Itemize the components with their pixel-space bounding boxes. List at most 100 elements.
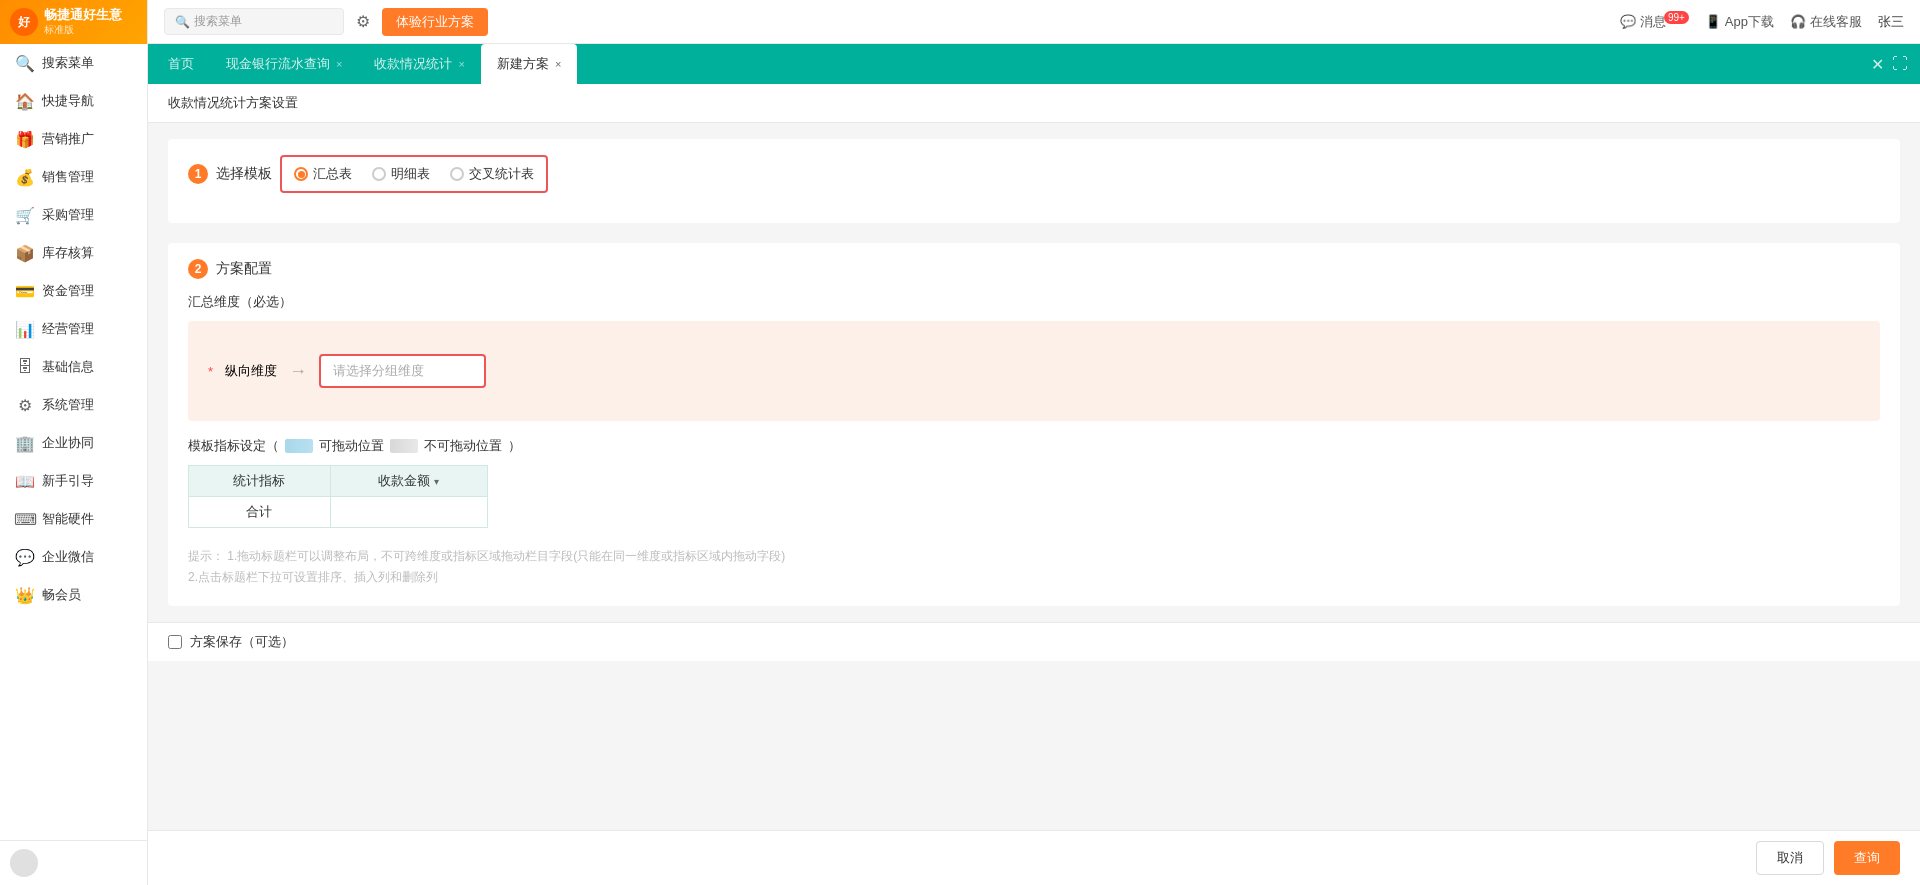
tab-home[interactable]: 首页	[152, 44, 210, 84]
save-plan-checkbox[interactable]	[168, 635, 182, 649]
tab-close-stat[interactable]: ×	[458, 58, 464, 70]
query-button[interactable]: 查询	[1834, 841, 1900, 875]
metrics-header: 模板指标设定（ 可拖动位置 不可拖动位置 ）	[188, 437, 1880, 455]
sidebar-item-purchase[interactable]: 🛒 采购管理	[0, 196, 147, 234]
content-area: 收款情况统计方案设置 1 选择模板 汇总表 明细表	[148, 84, 1920, 830]
radio-cross[interactable]: 交叉统计表	[450, 165, 534, 183]
sidebar-item-system[interactable]: ⚙ 系统管理	[0, 386, 147, 424]
tab-label-home: 首页	[168, 55, 194, 73]
metrics-table: 统计指标 收款金额 ▾	[188, 465, 488, 528]
username: 张三	[1878, 13, 1904, 31]
search-menu-box[interactable]: 🔍 搜索菜单	[164, 8, 344, 35]
step1-label: 选择模板	[216, 165, 272, 183]
tabs-container: 首页 现金银行流水查询 × 收款情况统计 × 新建方案 ×	[152, 44, 577, 84]
tab-close-bank[interactable]: ×	[336, 58, 342, 70]
sidebar-label-base: 基础信息	[42, 358, 94, 376]
step2-section: 2 方案配置 汇总维度（必选） * 纵向维度 → 请选择分组维度	[168, 243, 1900, 606]
sidebar-item-search[interactable]: 🔍 搜索菜单	[0, 44, 147, 82]
sidebar-item-hardware[interactable]: ⌨ 智能硬件	[0, 500, 147, 538]
sidebar-icon-member: 👑	[16, 586, 34, 604]
movable-legend	[285, 439, 313, 453]
sidebar-label-guide: 新手引导	[42, 472, 94, 490]
step1-title: 1 选择模板 汇总表 明细表 交叉统计表	[188, 155, 1880, 193]
step1-number: 1	[188, 164, 208, 184]
sidebar-icon-collab: 🏢	[16, 434, 34, 452]
sidebar-label-nav: 快捷导航	[42, 92, 94, 110]
metrics-row-value	[330, 497, 487, 528]
close-tab-icon[interactable]: ✕	[1871, 55, 1884, 74]
sidebar-label-sales: 销售管理	[42, 168, 94, 186]
step2-number: 2	[188, 259, 208, 279]
sidebar-label-purchase: 采购管理	[42, 206, 94, 224]
sidebar-label-member: 畅会员	[42, 586, 81, 604]
dimension-area: * 纵向维度 → 请选择分组维度	[188, 321, 1880, 421]
metrics-row-label: 合计	[189, 497, 331, 528]
sidebar-item-inventory[interactable]: 📦 库存核算	[0, 234, 147, 272]
metrics-subsection: 模板指标设定（ 可拖动位置 不可拖动位置 ） 统计指标	[188, 437, 1880, 586]
download-icon: 📱	[1705, 14, 1721, 29]
tab-close-new[interactable]: ×	[555, 58, 561, 70]
sidebar-icon-sales: 💰	[16, 168, 34, 186]
sidebar-item-member[interactable]: 👑 畅会员	[0, 576, 147, 614]
dim-select[interactable]: 请选择分组维度	[319, 354, 486, 388]
sidebar-label-collab: 企业协同	[42, 434, 94, 452]
sidebar-label-search: 搜索菜单	[42, 54, 94, 72]
tab-label-bank: 现金银行流水查询	[226, 55, 330, 73]
sidebar-logo: 好 畅捷通好生意 标准版	[0, 0, 147, 44]
sidebar-icon-finance: 💳	[16, 282, 34, 300]
step1-section: 1 选择模板 汇总表 明细表 交叉统计表	[168, 139, 1900, 223]
tab-bank[interactable]: 现金银行流水查询 ×	[210, 44, 358, 84]
sidebar-item-finance[interactable]: 💳 资金管理	[0, 272, 147, 310]
fixed-legend	[390, 439, 418, 453]
sidebar-item-nav[interactable]: 🏠 快捷导航	[0, 82, 147, 120]
tab-stat[interactable]: 收款情况统计 ×	[358, 44, 480, 84]
sidebar-item-collab[interactable]: 🏢 企业协同	[0, 424, 147, 462]
tab-label-new: 新建方案	[497, 55, 549, 73]
tab-new[interactable]: 新建方案 ×	[481, 44, 577, 84]
sidebar-item-guide[interactable]: 📖 新手引导	[0, 462, 147, 500]
page-header: 收款情况统计方案设置	[148, 84, 1920, 123]
action-bar: 取消 查询	[148, 830, 1920, 885]
logo-text: 畅捷通好生意 标准版	[44, 7, 122, 37]
service-icon: 🎧	[1790, 14, 1806, 29]
radio-summary-dot	[294, 167, 308, 181]
sidebar-icon-purchase: 🛒	[16, 206, 34, 224]
radio-summary[interactable]: 汇总表	[294, 165, 352, 183]
sidebar-item-operation[interactable]: 📊 经营管理	[0, 310, 147, 348]
download-btn[interactable]: 📱 App下载	[1705, 13, 1774, 31]
sidebar-label-system: 系统管理	[42, 396, 94, 414]
sidebar-icon-search: 🔍	[16, 54, 34, 72]
cancel-button[interactable]: 取消	[1756, 841, 1824, 875]
notification-btn[interactable]: 💬 消息 99+	[1620, 13, 1689, 31]
sidebar-label-marketing: 营销推广	[42, 130, 94, 148]
sidebar-item-wechat[interactable]: 💬 企业微信	[0, 538, 147, 576]
page-body: 1 选择模板 汇总表 明细表 交叉统计表	[148, 123, 1920, 622]
metrics-row: 合计	[189, 497, 488, 528]
col-dropdown-arrow: ▾	[434, 476, 439, 487]
metrics-table-wrap: 统计指标 收款金额 ▾	[188, 465, 1880, 528]
required-star: *	[208, 364, 213, 379]
sidebar-label-operation: 经营管理	[42, 320, 94, 338]
main-area: 🔍 搜索菜单 ⚙ 体验行业方案 💬 消息 99+ 📱 App下载 🎧 在线客服 …	[148, 0, 1920, 885]
service-btn[interactable]: 🎧 在线客服	[1790, 13, 1862, 31]
sidebar-item-sales[interactable]: 💰 销售管理	[0, 158, 147, 196]
radio-detail[interactable]: 明细表	[372, 165, 430, 183]
sidebar-icon-wechat: 💬	[16, 548, 34, 566]
sidebar-item-marketing[interactable]: 🎁 营销推广	[0, 120, 147, 158]
settings-icon[interactable]: ⚙	[356, 12, 370, 31]
radio-cross-dot	[450, 167, 464, 181]
sidebar-label-hardware: 智能硬件	[42, 510, 94, 528]
tab-label-stat: 收款情况统计	[374, 55, 452, 73]
metrics-col-header[interactable]: 收款金额 ▾	[330, 466, 487, 497]
trial-btn[interactable]: 体验行业方案	[382, 8, 488, 36]
dim-arrow: →	[289, 361, 307, 382]
dimension-title: 汇总维度（必选）	[188, 293, 1880, 311]
expand-icon[interactable]: ⛶	[1892, 55, 1908, 73]
sidebar-icon-system: ⚙	[16, 396, 34, 414]
sidebar: 好 畅捷通好生意 标准版 🔍 搜索菜单 🏠 快捷导航 🎁 营销推广 💰 销售管理…	[0, 0, 148, 885]
search-icon: 🔍	[175, 15, 190, 29]
sidebar-label-wechat: 企业微信	[42, 548, 94, 566]
sidebar-items: 🔍 搜索菜单 🏠 快捷导航 🎁 营销推广 💰 销售管理 🛒 采购管理 📦 库存核…	[0, 44, 147, 614]
sidebar-item-base[interactable]: 🗄 基础信息	[0, 348, 147, 386]
vertical-dim-row: * 纵向维度 → 请选择分组维度	[208, 354, 486, 388]
